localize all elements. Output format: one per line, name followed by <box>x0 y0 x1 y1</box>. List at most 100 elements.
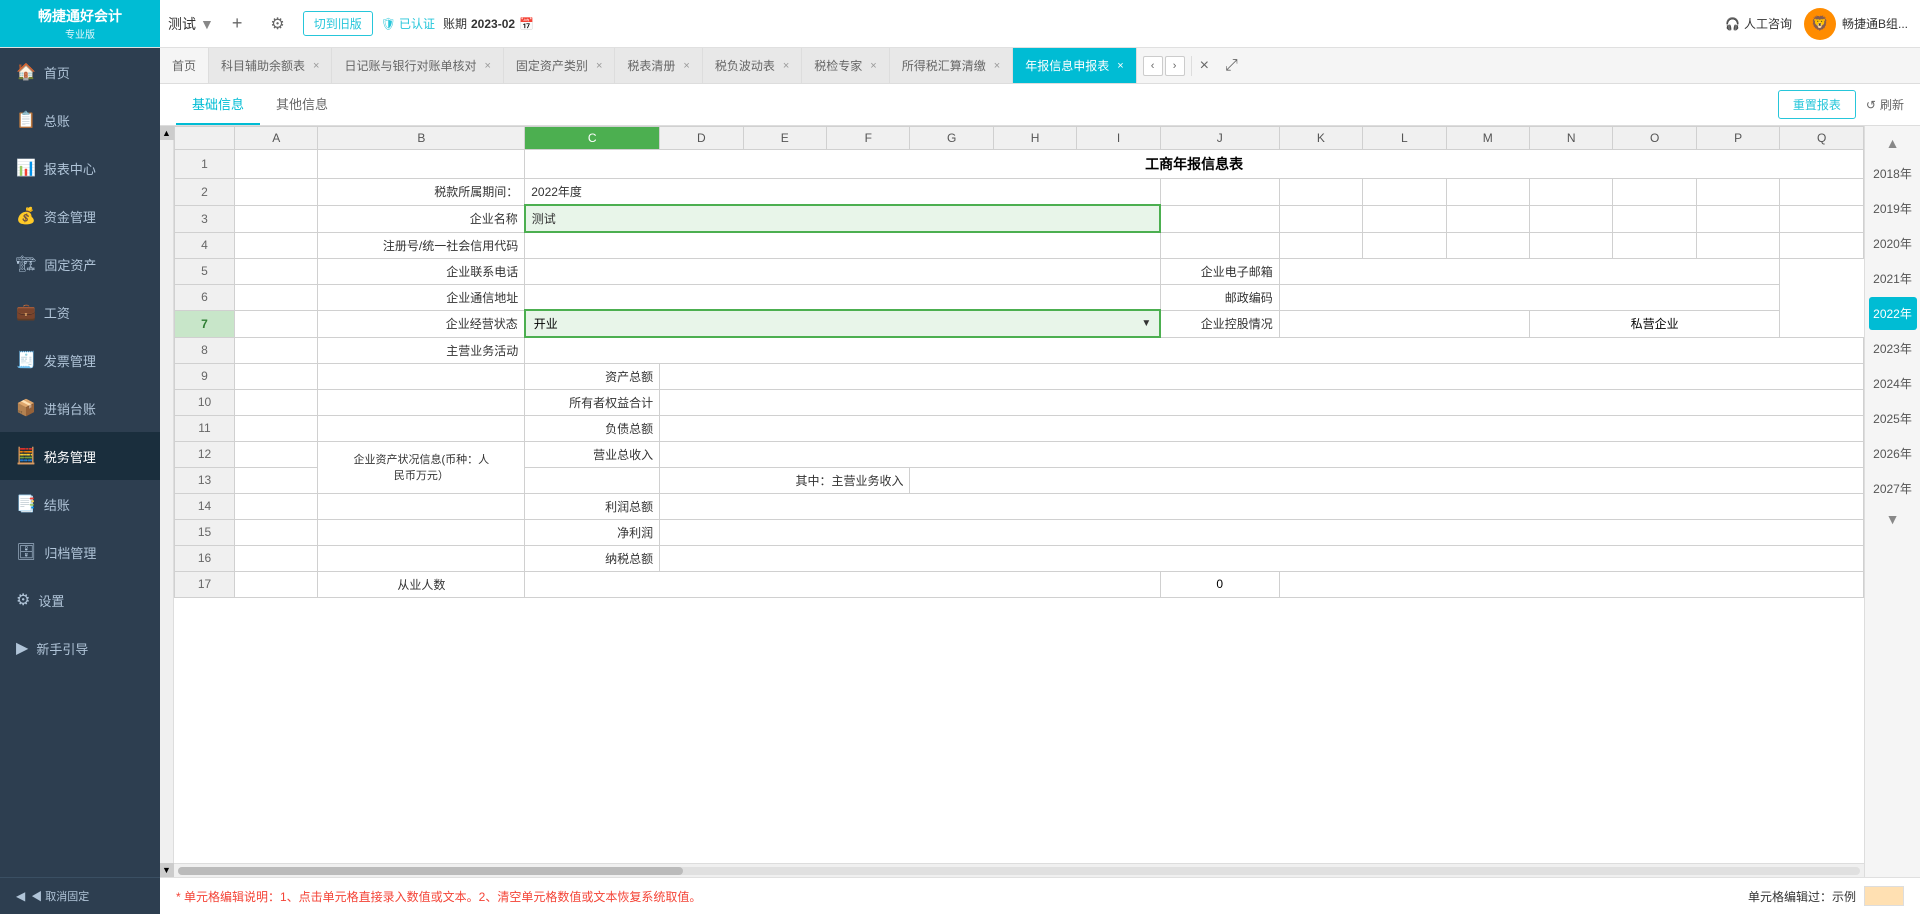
sidebar-item-ledger[interactable]: 📋 总账 <box>0 96 160 144</box>
tab-tax-expert[interactable]: 税检专家 × <box>802 48 889 84</box>
tab-fixed-asset-cat[interactable]: 固定资产类别 × <box>504 48 615 84</box>
cell-2-C[interactable]: 2022年度 <box>525 179 1161 206</box>
sidebar-item-report[interactable]: 📊 报表中心 <box>0 144 160 192</box>
cell-6-J[interactable]: 邮政编码 <box>1160 284 1279 310</box>
cell-11-B[interactable] <box>318 415 525 441</box>
cell-5-A[interactable] <box>235 258 318 284</box>
cell-17-J[interactable]: 0 <box>1160 571 1279 597</box>
cell-3-K[interactable] <box>1279 205 1362 232</box>
year-item-2020[interactable]: 2020年 <box>1869 227 1917 260</box>
cell-3-J[interactable] <box>1160 205 1279 232</box>
col-header-L[interactable]: L <box>1363 127 1446 150</box>
year-item-2027[interactable]: 2027年 <box>1869 472 1917 505</box>
tab-aux-balance[interactable]: 科目辅助余额表 × <box>209 48 332 84</box>
cell-4-K[interactable] <box>1279 232 1362 258</box>
cell-16-D[interactable] <box>660 545 1864 571</box>
col-header-N[interactable]: N <box>1530 127 1613 150</box>
tab-annual-report[interactable]: 年报信息申报表 × <box>1013 48 1136 84</box>
cell-3-B[interactable]: 企业名称 <box>318 205 525 232</box>
cell-7-A[interactable] <box>235 310 318 337</box>
cell-15-C[interactable]: 净利润 <box>525 519 660 545</box>
cell-12-A[interactable] <box>235 441 318 467</box>
cell-3-N[interactable] <box>1530 205 1613 232</box>
cell-17-B[interactable]: 从业人数 <box>318 571 525 597</box>
cell-11-D[interactable] <box>660 415 1864 441</box>
tab-close-fixed-asset-cat[interactable]: × <box>596 60 602 72</box>
cell-13-A[interactable] <box>235 467 318 493</box>
cell-16-B[interactable] <box>318 545 525 571</box>
tab-expand-btn[interactable]: ⤢ <box>1217 57 1246 75</box>
tab-tax-wave[interactable]: 税负波动表 × <box>703 48 802 84</box>
add-tab-btn[interactable]: + <box>222 10 253 37</box>
scroll-down-btn[interactable]: ▼ <box>160 863 174 877</box>
cell-16-A[interactable] <box>235 545 318 571</box>
cell-12-D[interactable] <box>660 441 1864 467</box>
sidebar-item-fixed-asset[interactable]: 🏗 固定资产 <box>0 240 160 288</box>
sidebar-item-archive[interactable]: 🗄 归档管理 <box>0 528 160 576</box>
cell-15-D[interactable] <box>660 519 1864 545</box>
year-item-2025[interactable]: 2025年 <box>1869 402 1917 435</box>
tab-journal-bank[interactable]: 日记账与银行对账单核对 × <box>332 48 503 84</box>
support-btn[interactable]: 🎧 人工咨询 <box>1725 15 1792 32</box>
col-header-D[interactable]: D <box>660 127 743 150</box>
tab-close-journal-bank[interactable]: × <box>484 60 490 72</box>
cell-9-B[interactable] <box>318 363 525 389</box>
cell-2-L[interactable] <box>1363 179 1446 206</box>
cell-7-O[interactable]: 私营企业 <box>1530 310 1780 337</box>
cell-2-J[interactable] <box>1160 179 1279 206</box>
cell-14-A[interactable] <box>235 493 318 519</box>
sidebar-item-salary[interactable]: 💼 工资 <box>0 288 160 336</box>
cell-5-B[interactable]: 企业联系电话 <box>318 258 525 284</box>
year-item-2018[interactable]: 2018年 <box>1869 157 1917 190</box>
cell-15-A[interactable] <box>235 519 318 545</box>
tab-home[interactable]: 首页 <box>160 48 209 84</box>
cell-4-P[interactable] <box>1696 232 1779 258</box>
hscroll-bar[interactable] <box>174 863 1864 877</box>
cell-13-C[interactable] <box>525 467 660 493</box>
tab-basic-info[interactable]: 基础信息 <box>176 84 260 125</box>
cell-7-C[interactable]: 开业 ▼ <box>525 310 1161 337</box>
col-header-M[interactable]: M <box>1446 127 1529 150</box>
cell-12-B[interactable]: 企业资产状况信息(币种：人民币万元） <box>318 441 525 493</box>
col-header-J[interactable]: J <box>1160 127 1279 150</box>
cell-13-D[interactable]: 其中：主营业务收入 <box>660 467 910 493</box>
cell-8-A[interactable] <box>235 337 318 363</box>
cell-14-D[interactable] <box>660 493 1864 519</box>
cell-4-A[interactable] <box>235 232 318 258</box>
cell-11-C[interactable]: 负债总额 <box>525 415 660 441</box>
year-item-2019[interactable]: 2019年 <box>1869 192 1917 225</box>
sidebar-item-home[interactable]: 🏠 首页 <box>0 48 160 96</box>
cell-2-Q[interactable] <box>1780 179 1864 206</box>
cell-4-O[interactable] <box>1613 232 1696 258</box>
cell-17-C[interactable] <box>525 571 1161 597</box>
cell-8-C[interactable] <box>525 337 1864 363</box>
cell-1-title[interactable]: 工商年报信息表 <box>525 150 1864 179</box>
cell-11-A[interactable] <box>235 415 318 441</box>
cell-10-B[interactable] <box>318 389 525 415</box>
switch-version-btn[interactable]: 切到旧版 <box>303 11 373 36</box>
cell-9-A[interactable] <box>235 363 318 389</box>
cell-17-A[interactable] <box>235 571 318 597</box>
cell-5-K[interactable] <box>1279 258 1780 284</box>
cell-3-C[interactable]: 测试 <box>525 205 1161 232</box>
cell-6-A[interactable] <box>235 284 318 310</box>
cell-6-K[interactable] <box>1279 284 1780 310</box>
tab-close-tax-form[interactable]: × <box>683 60 689 72</box>
sidebar-item-tax[interactable]: 🧮 税务管理 <box>0 432 160 480</box>
cell-9-C[interactable]: 资产总额 <box>525 363 660 389</box>
cell-3-A[interactable] <box>235 205 318 232</box>
year-item-2021[interactable]: 2021年 <box>1869 262 1917 295</box>
col-header-C[interactable]: C <box>525 127 660 150</box>
scroll-up-btn[interactable]: ▲ <box>160 126 174 140</box>
cell-13-G[interactable] <box>910 467 1864 493</box>
cell-2-N[interactable] <box>1530 179 1613 206</box>
cell-14-C[interactable]: 利润总额 <box>525 493 660 519</box>
sidebar-item-purchase-sale[interactable]: 📦 进销台账 <box>0 384 160 432</box>
year-item-2022[interactable]: 2022年 <box>1869 297 1917 330</box>
cell-10-D[interactable] <box>660 389 1864 415</box>
spreadsheet-container[interactable]: A B C D E F G H I J <box>174 126 1864 863</box>
tab-next-btn[interactable]: › <box>1165 56 1185 76</box>
year-item-2026[interactable]: 2026年 <box>1869 437 1917 470</box>
cell-4-M[interactable] <box>1446 232 1529 258</box>
sidebar-item-guide[interactable]: ▶ 新手引导 <box>0 624 160 672</box>
